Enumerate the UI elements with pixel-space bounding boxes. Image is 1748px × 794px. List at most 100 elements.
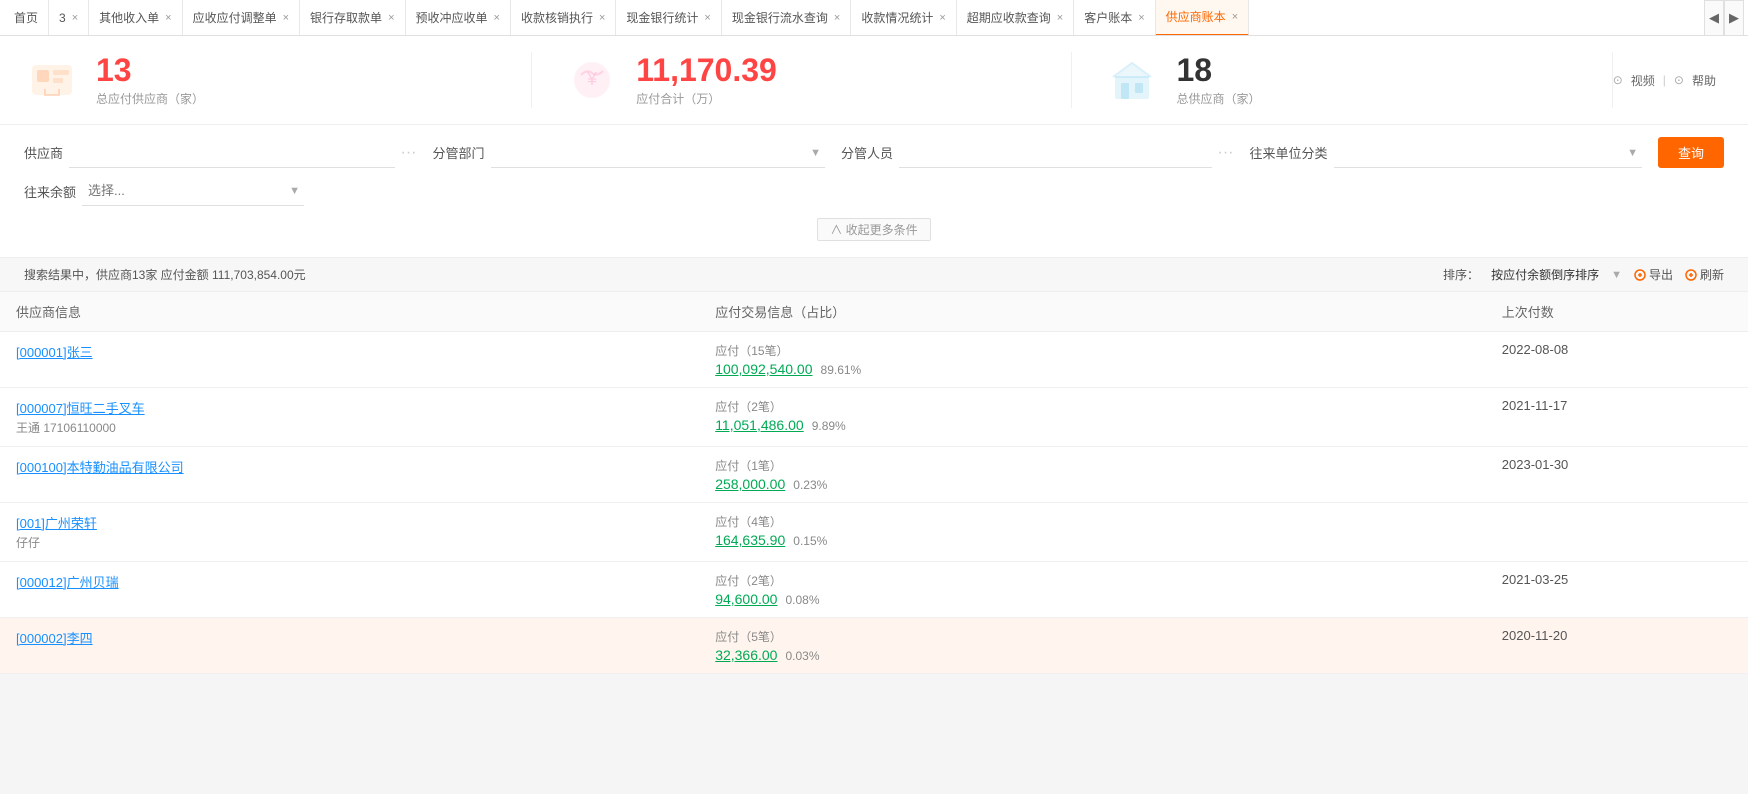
help-link[interactable]: 帮助 [1692, 72, 1716, 89]
nav-tab-adjustment-close[interactable]: × [283, 12, 289, 24]
nav-left-arrow[interactable]: ◀ [1704, 0, 1724, 36]
amount-row: 258,000.000.23% [715, 476, 1470, 492]
table-row: [000012]广州贝瑞应付（2笔）94,600.000.08%2021-03-… [0, 562, 1748, 618]
data-table-wrapper: 供应商信息 应付交易信息（占比） 上次付数 [000001]张三 应付（15笔） 1… [0, 292, 1748, 674]
nav-tab-receipt[interactable]: 收款核销执行 × [511, 0, 616, 36]
supplier-info-cell: [000002]李四 [0, 618, 699, 674]
last-pay-cell: 2021-03-25 [1486, 562, 1748, 618]
nav-tab-adjustment[interactable]: 应收应付调整单 × [183, 0, 300, 36]
nav-tab-customer-book-label: 客户账本 [1084, 9, 1132, 26]
nav-tab-customer-book-close[interactable]: × [1138, 12, 1144, 24]
nav-tab-receipt-stat[interactable]: 收款情况统计 × [851, 0, 956, 36]
export-button[interactable]: 导出 [1634, 266, 1673, 283]
tx-label: 应付（15笔） [715, 342, 1470, 359]
top-right-links: ⊙ 视频 | ⊙ 帮助 [1613, 72, 1724, 89]
table-header-row: 供应商信息 应付交易信息（占比） 上次付数 [0, 292, 1748, 332]
nav-tab-overdue-close[interactable]: × [1057, 12, 1063, 24]
balance-select-wrapper: ▼ [82, 176, 304, 206]
sort-value[interactable]: 按应付余额倒序排序 [1491, 266, 1599, 283]
top-navigation: 首页 3 × 其他收入单 × 应收应付调整单 × 银行存取款单 × 预收冲应收单… [0, 0, 1748, 36]
payable-total-num: 11,170.39 [636, 53, 777, 88]
store-icon [1104, 52, 1160, 108]
supplier-sub: 仔仔 [16, 534, 683, 551]
nav-tab-3-label: 3 [59, 11, 66, 25]
nav-tab-cash-flow[interactable]: 现金银行流水查询 × [722, 0, 851, 36]
nav-tab-receipt-close[interactable]: × [599, 12, 605, 24]
last-pay-cell: 2022-08-08 [1486, 332, 1748, 388]
table-row: [001]广州荣轩仔仔 应付（4笔） 164,635.90 0.15% [0, 503, 1748, 562]
result-right: 排序： 按应付余额倒序排序 ▼ 导出 刷新 [1443, 266, 1724, 283]
table-row: [000002]李四应付（5笔）32,366.000.03%2020-11-20 [0, 618, 1748, 674]
dept-input[interactable] [491, 138, 825, 168]
collapse-button[interactable]: ∧ 收起更多条件 [817, 218, 930, 241]
supplier-link[interactable]: [000012]广州贝瑞 [16, 575, 119, 590]
category-select-wrapper: ▼ [1334, 138, 1642, 168]
tx-label: 应付（4笔） [715, 513, 1470, 530]
amount-row: 11,051,486.00 9.89% [715, 417, 1470, 433]
nav-tab-cash-flow-close[interactable]: × [834, 12, 840, 24]
nav-tab-cash-stat[interactable]: 现金银行统计 × [616, 0, 721, 36]
amount-link[interactable]: 164,635.90 [715, 532, 785, 548]
person-input[interactable] [899, 138, 1212, 168]
nav-tab-supplier-book-close[interactable]: × [1232, 11, 1238, 23]
payable-suppliers-text: 13 总应付供应商（家） [96, 53, 204, 107]
supplier-icon [24, 52, 80, 108]
supplier-link[interactable]: [000100]本特勤油品有限公司 [16, 460, 184, 475]
amount-row: 164,635.90 0.15% [715, 532, 1470, 548]
tx-label: 应付（2笔） [715, 398, 1470, 415]
amount-pct: 9.89% [812, 419, 846, 433]
supplier-input[interactable] [69, 138, 395, 168]
refresh-button[interactable]: 刷新 [1685, 266, 1724, 283]
nav-tab-bank-close[interactable]: × [388, 12, 394, 24]
tx-info-cell: 应付（5笔）32,366.000.03% [699, 618, 1486, 674]
amount-link[interactable]: 94,600.00 [715, 591, 777, 607]
supplier-link[interactable]: [001]广州荣轩 [16, 516, 97, 531]
supplier-sub: 王通 17106110000 [16, 419, 683, 436]
last-pay-cell: 2023-01-30 [1486, 447, 1748, 503]
nav-tab-receipt-stat-close[interactable]: × [939, 12, 945, 24]
person-dots[interactable]: ··· [1218, 144, 1234, 162]
supplier-link[interactable]: [000002]李四 [16, 631, 93, 646]
video-link[interactable]: 视频 [1631, 72, 1655, 89]
supplier-link[interactable]: [000001]张三 [16, 345, 93, 360]
query-button[interactable]: 查询 [1658, 137, 1724, 168]
collapse-bar: ∧ 收起更多条件 [24, 214, 1724, 249]
amount-row: 100,092,540.0089.61% [715, 361, 1470, 377]
amount-pct: 0.15% [793, 534, 827, 548]
supplier-dots[interactable]: ··· [401, 144, 417, 162]
nav-tab-receipt-label: 收款核销执行 [521, 9, 593, 26]
nav-tab-3[interactable]: 3 × [49, 0, 89, 36]
tx-label: 应付（5笔） [715, 628, 1470, 645]
sort-chevron-icon[interactable]: ▼ [1611, 269, 1622, 281]
balance-input[interactable] [82, 176, 304, 206]
nav-tab-overdue-label: 超期应收款查询 [967, 9, 1051, 26]
nav-right-arrow[interactable]: ▶ [1724, 0, 1744, 36]
nav-tab-other-income-close[interactable]: × [165, 12, 171, 24]
nav-tab-other-income[interactable]: 其他收入单 × [89, 0, 182, 36]
nav-tab-3-close[interactable]: × [72, 12, 78, 24]
last-pay-cell: 2020-11-20 [1486, 618, 1748, 674]
nav-tab-prepay-close[interactable]: × [494, 12, 500, 24]
nav-tab-cash-stat-label: 现金银行统计 [626, 9, 698, 26]
nav-tab-bank[interactable]: 银行存取款单 × [300, 0, 405, 36]
nav-tab-cash-stat-close[interactable]: × [704, 12, 710, 24]
supplier-table: 供应商信息 应付交易信息（占比） 上次付数 [000001]张三 应付（15笔） 1… [0, 292, 1748, 674]
amount-link[interactable]: 32,366.00 [715, 647, 777, 663]
nav-tab-home[interactable]: 首页 [4, 0, 49, 36]
nav-tab-overdue[interactable]: 超期应收款查询 × [957, 0, 1074, 36]
nav-tab-customer-book[interactable]: 客户账本 × [1074, 0, 1155, 36]
result-text: 搜索结果中，供应商13家 应付金额 111,703,854.00元 [24, 266, 306, 283]
nav-tab-supplier-book[interactable]: 供应商账本 × [1156, 0, 1249, 36]
balance-filter: 往来余额 ▼ [24, 176, 304, 206]
refresh-label: 刷新 [1700, 266, 1724, 283]
supplier-link[interactable]: [000007]恒旺二手叉车 [16, 401, 145, 416]
category-input[interactable] [1334, 138, 1642, 168]
amount-link[interactable]: 100,092,540.00 [715, 361, 812, 377]
amount-link[interactable]: 11,051,486.00 [715, 417, 804, 433]
supplier-info-cell: [000100]本特勤油品有限公司 [0, 447, 699, 503]
tx-label: 应付（1笔） [715, 457, 1470, 474]
amount-pct: 0.08% [785, 593, 819, 607]
export-label: 导出 [1649, 266, 1673, 283]
nav-tab-prepay[interactable]: 预收冲应收单 × [406, 0, 511, 36]
amount-link[interactable]: 258,000.00 [715, 476, 785, 492]
